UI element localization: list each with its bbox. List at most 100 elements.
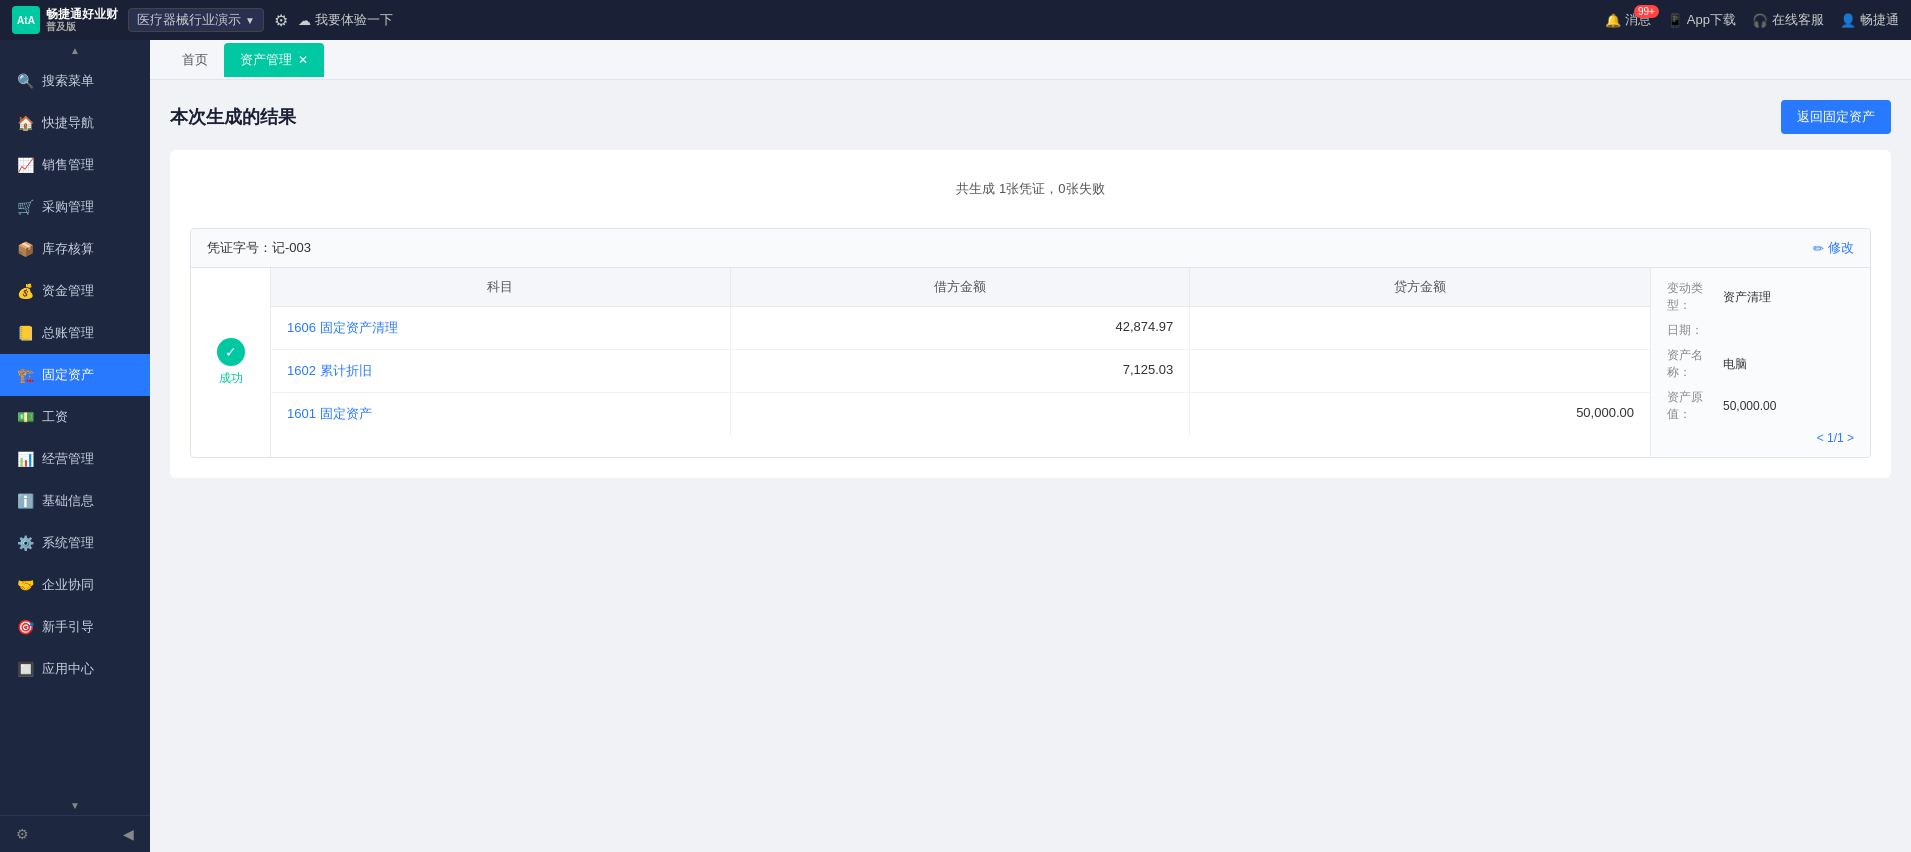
content-area: 首页 资产管理 ✕ 本次生成的结果 返回固定资产 共生成 1张凭证，0张失败 凭… <box>150 40 1911 852</box>
sidebar-label-quick-nav: 快捷导航 <box>42 114 94 132</box>
sidebar-item-guide[interactable]: 🎯 新手引导 <box>0 606 150 648</box>
sidebar-label-inventory: 库存核算 <box>42 240 94 258</box>
edit-voucher-button[interactable]: ✏ 修改 <box>1813 239 1854 257</box>
success-label: 成功 <box>219 370 243 387</box>
cell-subject-1: 1602 累计折旧 <box>271 350 731 392</box>
tab-bar: 首页 资产管理 ✕ <box>150 40 1911 80</box>
operations-icon: 📊 <box>16 451 34 467</box>
top-header: AtA 畅捷通好业财 普及版 医疗器械行业演示 ▼ ⚙ ☁ 我要体验一下 🔔 消… <box>0 0 1911 40</box>
bell-icon: 🔔 <box>1605 13 1621 28</box>
finance-icon: 💰 <box>16 283 34 299</box>
change-type-label: 变动类型： <box>1667 280 1723 314</box>
user-menu-button[interactable]: 👤 畅捷通 <box>1840 11 1899 29</box>
page-content: 本次生成的结果 返回固定资产 共生成 1张凭证，0张失败 凭证字号：记-003 … <box>150 80 1911 852</box>
sidebar-bottom: ⚙ ◀ <box>0 815 150 852</box>
col-debit: 借方金额 <box>731 268 1191 307</box>
search-icon: 🔍 <box>16 73 34 89</box>
sidebar-item-payroll[interactable]: 💵 工资 <box>0 396 150 438</box>
page-header: 本次生成的结果 返回固定资产 <box>170 100 1891 134</box>
voucher-section: 凭证字号：记-003 ✏ 修改 ✓ 成功 <box>190 228 1871 458</box>
headset-icon: 🎧 <box>1752 13 1768 28</box>
sidebar-scroll-up[interactable]: ▲ <box>0 40 150 60</box>
page-title: 本次生成的结果 <box>170 105 296 129</box>
tab-home[interactable]: 首页 <box>166 43 224 77</box>
inventory-icon: 📦 <box>16 241 34 257</box>
sidebar-item-search[interactable]: 🔍 搜索菜单 <box>0 60 150 102</box>
side-info-panel: 变动类型： 资产清理 日期： 资产名称： 电脑 <box>1650 268 1870 457</box>
sidebar-item-fixed-assets[interactable]: 🏗️固定资产 <box>0 354 150 396</box>
cell-debit-2 <box>731 393 1191 435</box>
sidebar-label-guide: 新手引导 <box>42 618 94 636</box>
edit-icon: ✏ <box>1813 241 1824 256</box>
tab-asset-manage[interactable]: 资产管理 ✕ <box>224 43 324 77</box>
sidebar-collapse-button[interactable]: ◀ <box>123 826 134 842</box>
sidebar-item-system[interactable]: ⚙️ 系统管理 <box>0 522 150 564</box>
logo-icon: AtA <box>12 6 40 34</box>
tab-close-icon[interactable]: ✕ <box>298 53 308 67</box>
sidebar-item-finance[interactable]: 💰资金管理 <box>0 270 150 312</box>
asset-name-value: 电脑 <box>1723 356 1747 373</box>
table-row: 1601 固定资产 50,000.00 <box>271 393 1650 435</box>
asset-name-row: 资产名称： 电脑 <box>1667 347 1854 381</box>
voucher-number: 凭证字号：记-003 <box>207 239 311 257</box>
cell-debit-0: 42,874.97 <box>731 307 1191 349</box>
sidebar-item-enterprise[interactable]: 🤝企业协同 <box>0 564 150 606</box>
sidebar-item-ledger[interactable]: 📒总账管理 <box>0 312 150 354</box>
notification-badge: 99+ <box>1634 5 1659 18</box>
cloud-icon: ☁ <box>298 13 311 28</box>
sidebar-item-operations[interactable]: 📊 经营管理 <box>0 438 150 480</box>
app-download-button[interactable]: 📱 App下载 <box>1667 11 1736 29</box>
sidebar-label-ledger: 总账管理 <box>42 324 94 342</box>
table-body: 1606 固定资产清理 42,874.97 1602 累计折旧 7,125.03… <box>271 307 1650 435</box>
change-type-value: 资产清理 <box>1723 289 1771 306</box>
top-header-right: 🔔 消息 99+ 📱 App下载 🎧 在线客服 👤 畅捷通 <box>1605 11 1899 29</box>
guide-icon: 🎯 <box>16 619 34 635</box>
cell-credit-2: 50,000.00 <box>1190 393 1650 435</box>
success-icon: ✓ <box>217 338 245 366</box>
change-type-row: 变动类型： 资产清理 <box>1667 280 1854 314</box>
pagination[interactable]: < 1/1 > <box>1667 431 1854 445</box>
sidebar-scroll-down[interactable]: ▼ <box>0 795 150 815</box>
col-subject: 科目 <box>271 268 731 307</box>
basic-info-icon: ℹ️ <box>16 493 34 509</box>
online-service-button[interactable]: 🎧 在线客服 <box>1752 11 1824 29</box>
sales-icon: 📈 <box>16 157 34 173</box>
user-icon: 👤 <box>1840 13 1856 28</box>
original-value-value: 50,000.00 <box>1723 399 1776 413</box>
sidebar-item-inventory[interactable]: 📦 库存核算 <box>0 228 150 270</box>
company-name: 医疗器械行业演示 <box>137 11 241 29</box>
voucher-table: 科目 借方金额 贷方金额 1606 固定资产清理 42,874.97 1602 … <box>271 268 1650 457</box>
company-selector[interactable]: 医疗器械行业演示 ▼ <box>128 8 264 32</box>
cell-subject-2: 1601 固定资产 <box>271 393 731 435</box>
payroll-icon: 💵 <box>16 409 34 425</box>
sidebar-label-basic-info: 基础信息 <box>42 492 94 510</box>
notification-button[interactable]: 🔔 消息 99+ <box>1605 11 1651 29</box>
sidebar-label-system: 系统管理 <box>42 534 94 552</box>
date-row: 日期： <box>1667 322 1854 339</box>
sidebar-label-payroll: 工资 <box>42 408 68 426</box>
sidebar-item-purchase[interactable]: 🛒采购管理 <box>0 186 150 228</box>
sidebar-item-sales[interactable]: 📈 销售管理 <box>0 144 150 186</box>
sidebar-label-fixed-assets: 固定资产 <box>42 366 94 384</box>
sidebar-label-operations: 经营管理 <box>42 450 94 468</box>
table-header: 科目 借方金额 贷方金额 <box>271 268 1650 307</box>
col-credit: 贷方金额 <box>1190 268 1650 307</box>
app-version: 普及版 <box>46 21 118 33</box>
back-to-fixed-assets-button[interactable]: 返回固定资产 <box>1781 100 1891 134</box>
system-icon: ⚙️ <box>16 535 34 551</box>
enterprise-icon: 🤝 <box>16 577 34 593</box>
original-value-label: 资产原值： <box>1667 389 1723 423</box>
header-settings-button[interactable]: ⚙ <box>274 11 288 30</box>
sidebar-label-sales: 销售管理 <box>42 156 94 174</box>
sidebar-item-basic-info[interactable]: ℹ️ 基础信息 <box>0 480 150 522</box>
sidebar-item-quick-nav[interactable]: 🏠快捷导航 <box>0 102 150 144</box>
sidebar-item-app-center[interactable]: 🔲应用中心 <box>0 648 150 690</box>
dropdown-icon: ▼ <box>245 15 255 26</box>
cell-subject-0: 1606 固定资产清理 <box>271 307 731 349</box>
cell-credit-1 <box>1190 350 1650 392</box>
sidebar-label-purchase: 采购管理 <box>42 198 94 216</box>
app-center-icon: 🔲 <box>16 661 34 677</box>
sidebar-label-search: 搜索菜单 <box>42 72 94 90</box>
sidebar-settings-button[interactable]: ⚙ <box>16 826 29 842</box>
experience-button[interactable]: ☁ 我要体验一下 <box>298 11 393 29</box>
